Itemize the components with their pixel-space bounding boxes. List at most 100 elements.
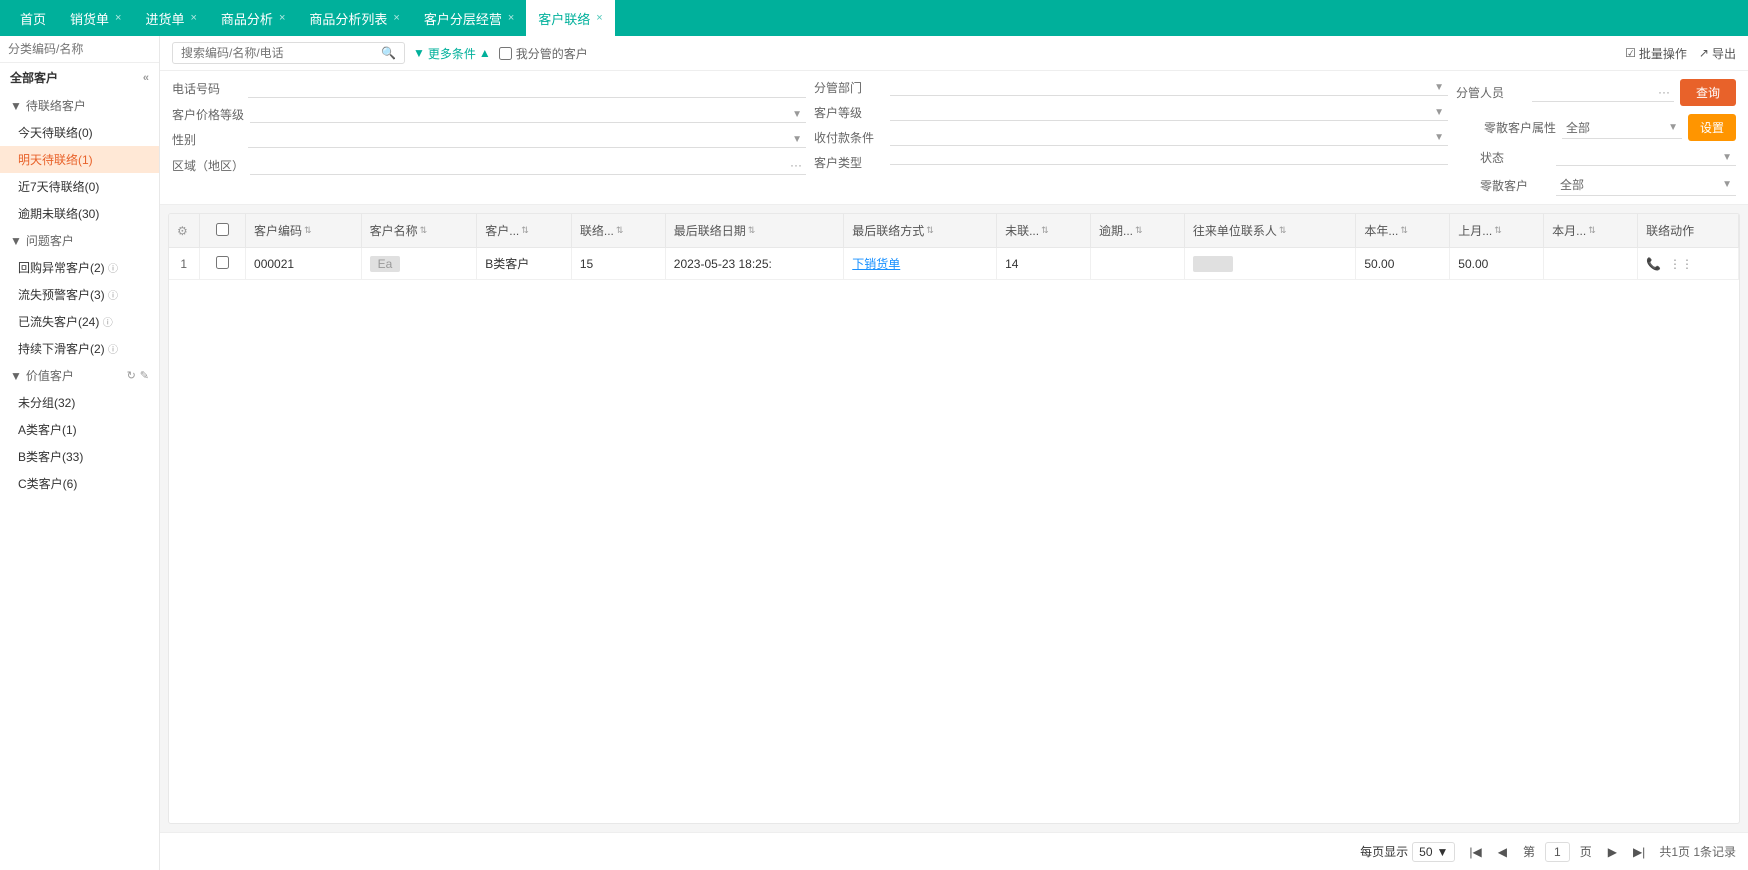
contact-method-link[interactable]: 下销货单 <box>852 257 900 271</box>
col-last-month[interactable]: 上月...⇅ <box>1450 214 1544 248</box>
region-filter-row: 区域（地区） ··· <box>172 156 806 175</box>
region-ellipsis[interactable]: ··· <box>790 158 802 172</box>
col-contact-person[interactable]: 往来单位联系人⇅ <box>1184 214 1355 248</box>
select-all-checkbox[interactable] <box>216 223 229 236</box>
nav-purchase-order[interactable]: 进货单 × <box>133 0 208 36</box>
sidebar-item-declining[interactable]: 持续下滑客户(2) ⓘ <box>0 335 159 362</box>
col-this-month[interactable]: 本月...⇅ <box>1544 214 1638 248</box>
customer-type-select[interactable] <box>890 160 1448 165</box>
row-last-contact-date: 2023-05-23 18:25: <box>665 248 843 280</box>
payment-filter-row: 收付款条件 ▼ <box>814 129 1448 146</box>
sidebar-item-loss-warning[interactable]: 流失预警客户(3) ⓘ <box>0 281 159 308</box>
sidebar-all-customers[interactable]: 全部客户 « <box>0 63 159 92</box>
close-purchase-order-icon[interactable]: × <box>190 12 196 24</box>
sidebar-group-problem[interactable]: ▼ 问题客户 <box>0 227 159 254</box>
payment-select[interactable]: ▼ <box>890 130 1448 146</box>
col-customer-code[interactable]: 客户编码⇅ <box>246 214 362 248</box>
manager-label: 分管人员 <box>1456 84 1526 101</box>
col-last-contact-method[interactable]: 最后联络方式⇅ <box>844 214 997 248</box>
sidebar: 🔍 全部客户 « ▼ 待联络客户 今天待联络(0) 明天待联络(1) 近7天待联… <box>0 36 160 870</box>
more-action-icon[interactable]: ⋮⋮ <box>1669 257 1693 271</box>
sidebar-item-ungrouped[interactable]: 未分组(32) <box>0 389 159 416</box>
status-select[interactable]: ▼ <box>1556 150 1736 166</box>
page-size-dropdown[interactable]: 50 ▼ <box>1412 842 1455 862</box>
my-customers-checkbox[interactable]: 我分管的客户 <box>499 45 588 62</box>
export-button[interactable]: ↗ 导出 <box>1699 45 1736 62</box>
sidebar-item-c-class[interactable]: C类客户(6) <box>0 470 159 497</box>
col-contact-count[interactable]: 联络...⇅ <box>571 214 665 248</box>
nav-product-analysis-list[interactable]: 商品分析列表 × <box>297 0 411 36</box>
col-customer-type[interactable]: 客户...⇅ <box>477 214 572 248</box>
main-search-icon[interactable]: 🔍 <box>381 46 396 60</box>
manager-ellipsis[interactable]: ··· <box>1658 85 1670 99</box>
sidebar-group-pending[interactable]: ▼ 待联络客户 <box>0 92 159 119</box>
setting-button[interactable]: 设置 <box>1688 114 1736 141</box>
col-last-contact-date[interactable]: 最后联络日期⇅ <box>665 214 843 248</box>
col-this-year[interactable]: 本年...⇅ <box>1356 214 1450 248</box>
nav-home[interactable]: 首页 <box>8 0 58 36</box>
close-customer-tier-icon[interactable]: × <box>508 12 514 24</box>
my-customers-check[interactable] <box>499 47 512 60</box>
first-page-button[interactable]: |◀ <box>1463 843 1487 861</box>
dept-filter-row: 分管部门 ▼ <box>814 79 1448 96</box>
chevron-up-icon: ▲ <box>479 46 491 60</box>
prev-page-button[interactable]: ◀ <box>1492 843 1513 861</box>
sidebar-all-label: 全部客户 <box>10 69 58 86</box>
refresh-icon[interactable]: ↻ <box>127 369 136 382</box>
gender-select[interactable]: ▼ <box>248 132 806 148</box>
sidebar-item-a-class[interactable]: A类客户(1) <box>0 416 159 443</box>
col-checkbox <box>199 214 246 248</box>
next-page-button[interactable]: ▶ <box>1602 843 1623 861</box>
sidebar-group-value[interactable]: ▼ 价值客户 ↻ ✎ <box>0 362 159 389</box>
nav-customer-contact[interactable]: 客户联络 × <box>526 0 614 36</box>
row-uncontacted: 14 <box>997 248 1091 280</box>
sidebar-item-overdue[interactable]: 逾期未联络(30) <box>0 200 159 227</box>
col-uncontacted[interactable]: 未联...⇅ <box>997 214 1091 248</box>
edit-icon[interactable]: ✎ <box>140 369 149 382</box>
triangle-icon2: ▼ <box>10 234 22 248</box>
sidebar-item-week[interactable]: 近7天待联络(0) <box>0 173 159 200</box>
sidebar-item-tomorrow[interactable]: 明天待联络(1) <box>0 146 159 173</box>
retail-select[interactable]: 全部 ▼ <box>1556 174 1736 196</box>
nav-sales-order[interactable]: 销货单 × <box>58 0 133 36</box>
customer-level-select[interactable]: ▼ <box>890 105 1448 121</box>
sort-icon8: ⇅ <box>1135 225 1143 236</box>
page-nav: |◀ ◀ 第 1 页 ▶ ▶| <box>1463 841 1651 862</box>
query-button[interactable]: 查询 <box>1680 79 1736 106</box>
sidebar-item-lost[interactable]: 已流失客户(24) ⓘ <box>0 308 159 335</box>
more-filter-button[interactable]: ▼ 更多条件 ▲ <box>413 45 491 62</box>
dept-select[interactable]: ▼ <box>890 80 1448 96</box>
price-level-select[interactable]: ▼ <box>250 107 806 123</box>
sidebar-search-input[interactable] <box>8 42 160 56</box>
retail-attr-select[interactable]: 全部 ▼ <box>1562 117 1682 139</box>
retail-filter-row: 零散客户 全部 ▼ <box>1456 174 1736 196</box>
last-page-button[interactable]: ▶| <box>1627 843 1651 861</box>
gear-icon[interactable]: ⚙ <box>177 224 188 238</box>
phone-input[interactable] <box>248 79 806 98</box>
nav-product-analysis[interactable]: 商品分析 × <box>209 0 297 36</box>
sidebar-item-repurchase-abnormal[interactable]: 回购异常客户(2) ⓘ <box>0 254 159 281</box>
chevron-down-icon2: ▼ <box>792 134 802 145</box>
region-select[interactable]: ··· <box>250 156 806 175</box>
top-nav: 首页 销货单 × 进货单 × 商品分析 × 商品分析列表 × 客户分层经营 × … <box>0 0 1748 36</box>
sidebar-item-b-class[interactable]: B类客户(33) <box>0 443 159 470</box>
close-product-analysis-list-icon[interactable]: × <box>393 12 399 24</box>
close-sales-order-icon[interactable]: × <box>115 12 121 24</box>
manager-select[interactable]: ··· <box>1532 83 1674 102</box>
row-checkbox[interactable] <box>216 256 229 269</box>
main-search-input[interactable] <box>181 46 381 60</box>
contact-icon[interactable]: 📞 <box>1646 257 1661 271</box>
col-gear[interactable]: ⚙ <box>169 214 199 248</box>
nav-customer-tier[interactable]: 客户分层经营 × <box>412 0 526 36</box>
dropdown-chevron-icon: ▼ <box>1437 845 1449 859</box>
close-customer-contact-icon[interactable]: × <box>596 12 602 24</box>
row-checkbox-cell <box>199 248 246 280</box>
sidebar-item-today[interactable]: 今天待联络(0) <box>0 119 159 146</box>
page-number-input[interactable]: 1 <box>1545 842 1570 862</box>
manager-filter-row: 分管人员 ··· 查询 <box>1456 79 1736 106</box>
row-this-year: 50.00 <box>1356 248 1450 280</box>
close-product-analysis-icon[interactable]: × <box>279 12 285 24</box>
col-customer-name[interactable]: 客户名称⇅ <box>361 214 477 248</box>
batch-op-button[interactable]: ☑ 批量操作 <box>1625 45 1687 62</box>
col-overdue[interactable]: 逾期...⇅ <box>1091 214 1185 248</box>
